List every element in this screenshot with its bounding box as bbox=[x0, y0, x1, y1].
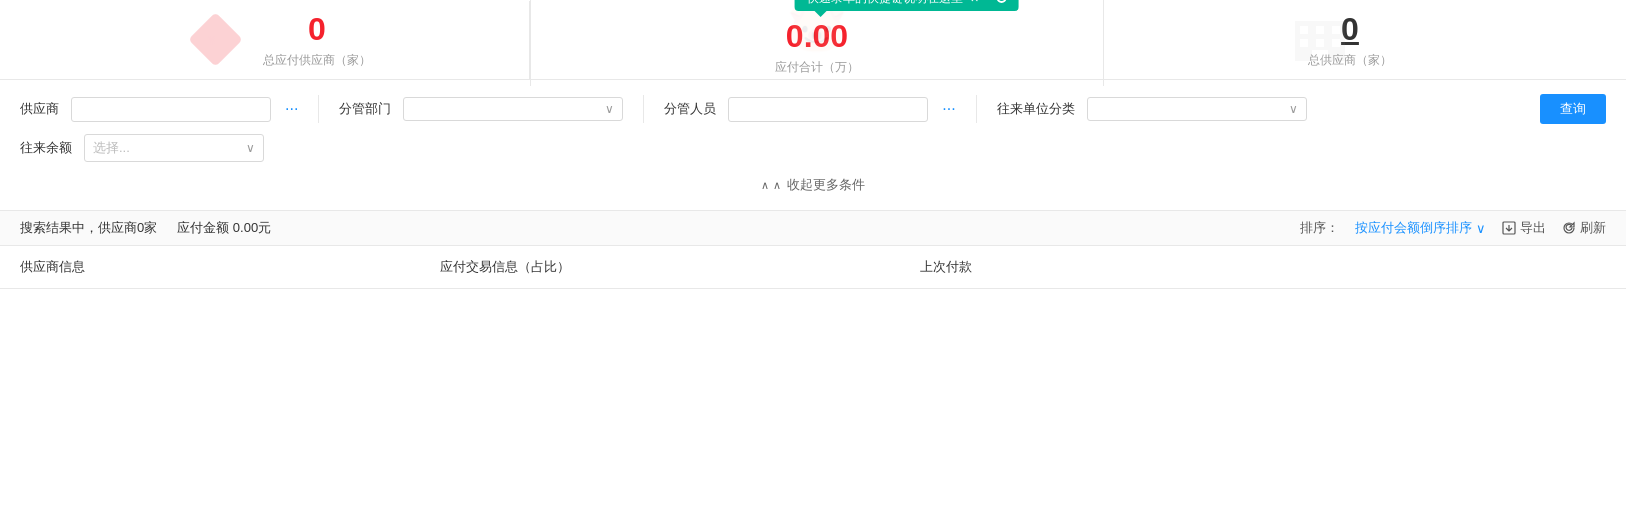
stat1-value: 0 bbox=[308, 11, 326, 48]
filter-row-1: 供应商 ··· 分管部门 ∨ 分管人员 ··· 往来单位分类 ∨ 查询 bbox=[20, 94, 1606, 124]
balance-arrow-icon: ∨ bbox=[246, 141, 255, 155]
stat2-label: 应付合计（万） bbox=[775, 59, 859, 76]
stamp-icon: ¥ bbox=[188, 12, 243, 67]
top-left-section: ¥ 0 总应付供应商（家） bbox=[30, 1, 530, 79]
person-input[interactable] bbox=[728, 97, 928, 122]
category-label: 往来单位分类 bbox=[997, 100, 1075, 118]
col-transaction-header: 应付交易信息（占比） bbox=[440, 258, 920, 276]
svg-rect-4 bbox=[1316, 26, 1324, 34]
chevron-up-icon: ∧ ∧ bbox=[761, 179, 780, 192]
supplier-input[interactable] bbox=[71, 97, 271, 122]
stat1-label: 总应付供应商（家） bbox=[263, 52, 371, 69]
divider-2 bbox=[643, 95, 644, 123]
table-body bbox=[0, 289, 1626, 515]
center-section: 🐷 快速录单的快捷键说明在这里 × 0.00 应付合计（万） bbox=[530, 0, 1104, 86]
dept-arrow-icon: ∨ bbox=[605, 102, 614, 116]
dept-label: 分管部门 bbox=[339, 100, 391, 118]
person-dots[interactable]: ··· bbox=[942, 100, 955, 118]
export-icon bbox=[1502, 221, 1516, 235]
filter-row-2: 往来余额 选择... ∨ bbox=[20, 134, 1606, 162]
svg-text:¥: ¥ bbox=[208, 33, 216, 48]
result-left: 搜索结果中，供应商0家 应付金额 0.00元 bbox=[20, 219, 271, 237]
collapse-button[interactable]: ∧ ∧ 收起更多条件 bbox=[20, 172, 1606, 202]
divider-3 bbox=[976, 95, 977, 123]
svg-rect-7 bbox=[1316, 39, 1324, 47]
refresh-icon bbox=[1562, 221, 1576, 235]
building-icon bbox=[1290, 6, 1350, 66]
tooltip-popup: 快速录单的快捷键说明在这里 × bbox=[795, 0, 1019, 11]
tooltip-text: 快速录单的快捷键说明在这里 bbox=[807, 0, 963, 7]
col-lastpay-header: 上次付款 bbox=[920, 258, 1606, 276]
query-button[interactable]: 查询 bbox=[1540, 94, 1606, 124]
svg-rect-8 bbox=[1332, 39, 1340, 47]
sort-select[interactable]: 按应付会额倒序排序 ∨ bbox=[1355, 219, 1486, 237]
supplier-label: 供应商 bbox=[20, 100, 59, 118]
svg-rect-0 bbox=[190, 14, 242, 66]
result-bar: 搜索结果中，供应商0家 应付金额 0.00元 排序： 按应付会额倒序排序 ∨ 导… bbox=[0, 211, 1626, 246]
svg-rect-6 bbox=[1300, 39, 1308, 47]
person-label: 分管人员 bbox=[664, 100, 716, 118]
tooltip-close-icon[interactable]: × bbox=[971, 0, 979, 5]
col-supplier-header: 供应商信息 bbox=[20, 258, 440, 276]
svg-rect-5 bbox=[1332, 26, 1340, 34]
balance-select[interactable]: 选择... ∨ bbox=[84, 134, 264, 162]
top-right-section: 0 总供应商（家） bbox=[1104, 1, 1596, 79]
refresh-label: 刷新 bbox=[1580, 219, 1606, 237]
balance-label: 往来余额 bbox=[20, 139, 72, 157]
stat1-container: 0 总应付供应商（家） bbox=[263, 11, 371, 69]
result-amount-text: 应付金额 0.00元 bbox=[177, 219, 271, 237]
top-bar: ¥ 0 总应付供应商（家） 🐷 快速录单的快捷键说明在这里 × 0.00 应付合… bbox=[0, 0, 1626, 80]
filter-bar: 供应商 ··· 分管部门 ∨ 分管人员 ··· 往来单位分类 ∨ 查询 往来余额… bbox=[0, 80, 1626, 211]
top-stats-row: ¥ 0 总应付供应商（家） 🐷 快速录单的快捷键说明在这里 × 0.00 应付合… bbox=[30, 0, 1596, 86]
divider-1 bbox=[318, 95, 319, 123]
balance-placeholder: 选择... bbox=[93, 139, 130, 157]
refresh-button[interactable]: 刷新 bbox=[1562, 219, 1606, 237]
sort-value: 按应付会额倒序排序 bbox=[1355, 219, 1472, 237]
export-button[interactable]: 导出 bbox=[1502, 219, 1546, 237]
result-count-text: 搜索结果中，供应商0家 bbox=[20, 219, 157, 237]
result-right: 排序： 按应付会额倒序排序 ∨ 导出 刷新 bbox=[1300, 219, 1606, 237]
category-select[interactable]: ∨ bbox=[1087, 97, 1307, 121]
sort-label: 排序： bbox=[1300, 219, 1339, 237]
tooltip-dot-icon bbox=[997, 0, 1007, 3]
dept-select[interactable]: ∨ bbox=[403, 97, 623, 121]
export-label: 导出 bbox=[1520, 219, 1546, 237]
table-header: 供应商信息 应付交易信息（占比） 上次付款 bbox=[0, 246, 1626, 289]
sort-arrow-icon: ∨ bbox=[1476, 221, 1486, 236]
category-arrow-icon: ∨ bbox=[1289, 102, 1298, 116]
svg-rect-9 bbox=[1312, 50, 1328, 61]
svg-rect-3 bbox=[1300, 26, 1308, 34]
supplier-dots[interactable]: ··· bbox=[285, 100, 298, 118]
table-area: 供应商信息 应付交易信息（占比） 上次付款 bbox=[0, 246, 1626, 515]
collapse-label: 收起更多条件 bbox=[787, 176, 865, 194]
